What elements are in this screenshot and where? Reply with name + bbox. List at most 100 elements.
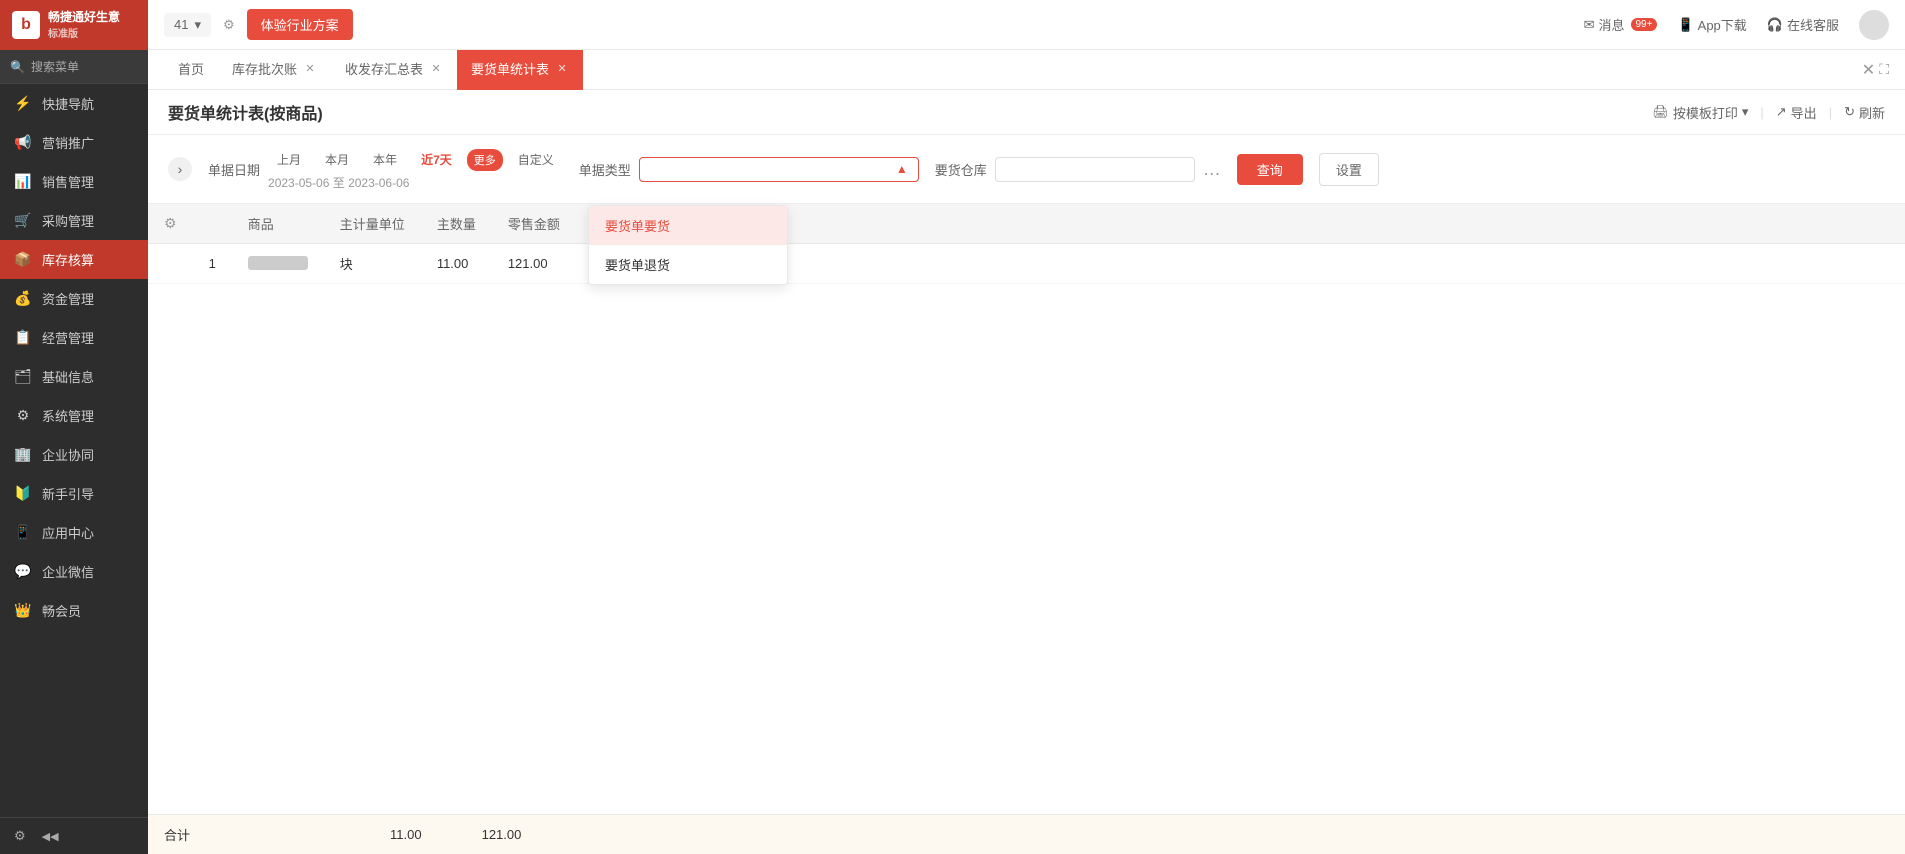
date-more-btn[interactable]: 更多 <box>467 149 503 171</box>
online-service-label: 在线客服 <box>1787 15 1839 34</box>
sidebar-item-member[interactable]: 👑 畅会员 <box>0 591 148 630</box>
app-download-btn[interactable]: 📱 App下载 <box>1677 15 1746 34</box>
tab-order-stats[interactable]: 要货单统计表 ✕ <box>457 50 583 90</box>
marketing-icon: 📢 <box>14 134 32 151</box>
refresh-btn[interactable]: ↻ 刷新 <box>1844 103 1885 122</box>
data-table: ⚙ 商品 主计量单位 主数量 零售金额 1 <box>148 204 1905 284</box>
tab-receipt-summary[interactable]: 收发存汇总表 ✕ <box>331 50 457 90</box>
sidebar-item-label: 营销推广 <box>42 133 94 152</box>
sidebar-item-purchase[interactable]: 🛒 采购管理 <box>0 201 148 240</box>
row-settings-cell <box>148 244 193 284</box>
page-title: 要货单统计表(按商品) <box>168 100 323 124</box>
enterprise-icon: 🏢 <box>14 446 32 463</box>
topbar: 41 ▾ ⚙ 体验行业方案 ✉ 消息 99+ 📱 App下载 🎧 在线客服 <box>148 0 1905 50</box>
sidebar-item-marketing[interactable]: 📢 营销推广 <box>0 123 148 162</box>
col-product-header: 商品 <box>232 204 324 244</box>
divider: | <box>1760 105 1763 120</box>
sidebar-item-app-center[interactable]: 📱 应用中心 <box>0 513 148 552</box>
sidebar-item-wechat[interactable]: 💬 企业微信 <box>0 552 148 591</box>
type-filter-select[interactable]: ▲ <box>639 157 919 182</box>
sidebar-item-inventory[interactable]: 📦 库存核算 <box>0 240 148 279</box>
warehouse-filter-input[interactable] <box>1006 162 1184 177</box>
refresh-label: 刷新 <box>1859 103 1885 122</box>
type-filter-input[interactable] <box>650 162 896 177</box>
collapse-icon[interactable]: ◀◀ <box>42 830 59 843</box>
tab-receipt-summary-label: 收发存汇总表 <box>345 59 423 78</box>
dropdown-item-order-goods-label: 要货单要货 <box>605 219 670 234</box>
tab-home[interactable]: 首页 <box>164 50 218 90</box>
date-this-year[interactable]: 本年 <box>364 147 406 172</box>
col-quantity-header: 主数量 <box>421 204 492 244</box>
sidebar-item-guide[interactable]: 🔰 新手引导 <box>0 474 148 513</box>
tab-order-stats-close[interactable]: ✕ <box>555 62 569 76</box>
tab-inventory-batch-close[interactable]: ✕ <box>303 62 317 76</box>
dropdown-item-order-return-label: 要货单退货 <box>605 258 670 273</box>
export-btn[interactable]: ↗ 导出 <box>1776 103 1817 122</box>
type-dropdown: 要货单要货 要货单退货 <box>588 205 788 285</box>
settings-gear-icon[interactable]: ⚙ <box>223 17 235 33</box>
sidebar-item-base-info[interactable]: 🗂 基础信息 <box>0 357 148 396</box>
print-arrow-icon: ▾ <box>1742 104 1749 120</box>
filter-area: › 单据日期 上月 本月 本年 近7天 更多 自定义 2023-05-06 至 … <box>148 135 1905 204</box>
messages-btn[interactable]: ✉ 消息 99+ <box>1584 15 1658 34</box>
type-filter-label: 单据类型 <box>579 160 631 179</box>
user-avatar[interactable] <box>1859 10 1889 40</box>
sidebar-item-label: 销售管理 <box>42 172 94 191</box>
industry-btn[interactable]: 体验行业方案 <box>247 9 353 40</box>
search-menu-label: 搜索菜单 <box>31 58 79 75</box>
sidebar-item-quick-nav[interactable]: ⚡ 快捷导航 <box>0 84 148 123</box>
query-btn[interactable]: 查询 <box>1237 154 1303 185</box>
date-prev-month[interactable]: 上月 <box>268 147 310 172</box>
col-settings-header[interactable]: ⚙ <box>148 204 193 244</box>
sidebar-item-enterprise[interactable]: 🏢 企业协同 <box>0 435 148 474</box>
table-header: ⚙ 商品 主计量单位 主数量 零售金额 <box>148 204 1905 244</box>
date-last-7-days[interactable]: 近7天 <box>412 147 461 172</box>
dropdown-item-order-return[interactable]: 要货单退货 <box>589 245 787 284</box>
tab-inventory-batch[interactable]: 库存批次账 ✕ <box>218 50 331 90</box>
tab-order-stats-label: 要货单统计表 <box>471 59 549 78</box>
date-this-month[interactable]: 本月 <box>316 147 358 172</box>
sidebar: b 畅捷通好生意 标准版 🔍 搜索菜单 ⚡ 快捷导航 📢 营销推广 📊 销售管理… <box>0 0 148 854</box>
export-label: 导出 <box>1791 103 1817 122</box>
search-icon: 🔍 <box>10 60 25 74</box>
divider2: | <box>1829 105 1832 120</box>
tab-home-label: 首页 <box>178 59 204 78</box>
settings-icon[interactable]: ⚙ <box>14 828 26 844</box>
print-btn[interactable]: 🖨 按模板打印 ▾ <box>1652 103 1748 122</box>
sidebar-item-sales[interactable]: 📊 销售管理 <box>0 162 148 201</box>
tabs-end-btns: ✕ ⛶ <box>1862 60 1889 80</box>
sidebar-item-finance[interactable]: 💰 资金管理 <box>0 279 148 318</box>
warehouse-filter[interactable] <box>995 157 1195 182</box>
footer-values: 11.00 121.00 <box>390 827 521 842</box>
member-icon: 👑 <box>14 602 32 619</box>
sidebar-item-label: 采购管理 <box>42 211 94 230</box>
online-service-btn[interactable]: 🎧 在线客服 <box>1767 15 1839 34</box>
sidebar-item-label: 库存核算 <box>42 250 94 269</box>
finance-icon: 💰 <box>14 290 32 307</box>
sidebar-item-operations[interactable]: 📋 经营管理 <box>0 318 148 357</box>
purchase-icon: 🛒 <box>14 212 32 229</box>
sidebar-footer: ⚙ ◀◀ <box>0 817 148 854</box>
warehouse-filter-label: 要货仓库 <box>935 160 987 179</box>
print-icon: 🖨 <box>1652 104 1669 120</box>
date-custom[interactable]: 自定义 <box>509 147 563 172</box>
table-row: 1 块 11.00 121.00 <box>148 244 1905 284</box>
sidebar-item-label: 快捷导航 <box>42 94 94 113</box>
tab-inventory-batch-label: 库存批次账 <box>232 59 297 78</box>
date-options: 上月 本月 本年 近7天 更多 自定义 <box>268 147 563 172</box>
page-content: 要货单统计表(按商品) 🖨 按模板打印 ▾ | ↗ 导出 | ↻ 刷新 <box>148 90 1905 854</box>
maximize-icon[interactable]: ⛶ <box>1879 61 1889 78</box>
filter-settings-btn[interactable]: 设置 <box>1319 153 1379 186</box>
filter-more-dots[interactable]: … <box>1203 160 1221 178</box>
tab-receipt-summary-close[interactable]: ✕ <box>429 62 443 76</box>
dropdown-item-order-goods[interactable]: 要货单要货 <box>589 206 787 245</box>
date-options-col: 上月 本月 本年 近7天 更多 自定义 2023-05-06 至 2023-06… <box>268 147 563 191</box>
close-all-tabs-icon[interactable]: ✕ <box>1862 60 1875 80</box>
footer-quantity: 11.00 <box>390 827 422 842</box>
app-logo: b <box>12 11 40 39</box>
sidebar-item-system[interactable]: ⚙ 系统管理 <box>0 396 148 435</box>
sidebar-items: ⚡ 快捷导航 📢 营销推广 📊 销售管理 🛒 采购管理 📦 库存核算 💰 资金管… <box>0 84 148 817</box>
filter-expand-btn[interactable]: › <box>168 157 192 181</box>
store-selector[interactable]: 41 ▾ <box>164 13 211 37</box>
search-menu[interactable]: 🔍 搜索菜单 <box>0 50 148 84</box>
